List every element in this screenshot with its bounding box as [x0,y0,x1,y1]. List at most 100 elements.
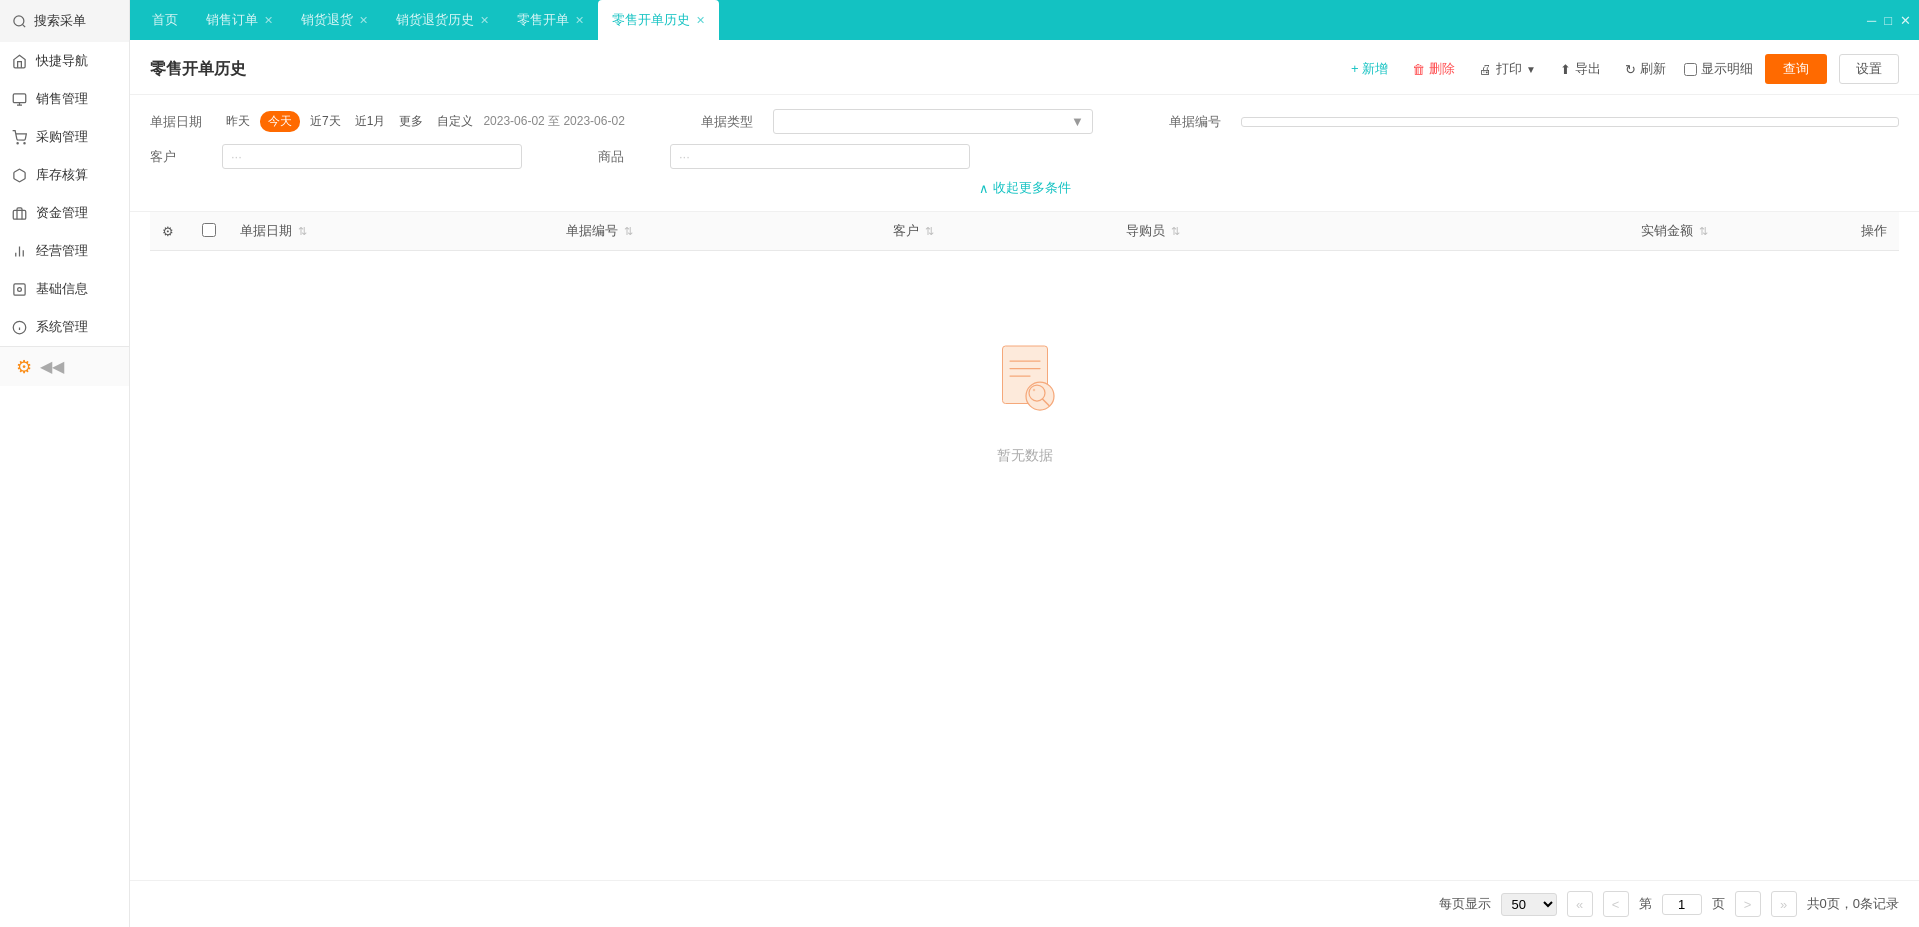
date-btn-custom[interactable]: 自定义 [433,111,477,132]
collapse-button[interactable]: ∧ 收起更多条件 [979,179,1071,197]
print-button[interactable]: 🖨 打印 ▼ [1473,56,1542,82]
empty-state: 暂无数据 [150,251,1899,545]
inventory-icon [10,166,28,184]
sidebar-item-label: 基础信息 [36,280,88,298]
tab-sales-order[interactable]: 销售订单 ✕ [192,0,287,40]
settings-button[interactable]: 设置 [1839,54,1899,84]
sales-icon [10,90,28,108]
display-detail-input[interactable] [1684,63,1697,76]
tab-home[interactable]: 首页 [138,0,192,40]
settings-gear-icon[interactable]: ⚙ [16,356,32,378]
page-header: 零售开单历史 + 新增 🗑 删除 🖨 打印 ▼ ⬆ 导出 ↻ [130,40,1919,95]
table-container: ⚙ 单据日期 ⇅ 单据编号 [130,212,1919,880]
th-customer: 客户 ⇅ [881,212,1114,251]
sidebar-item-sys-mgmt[interactable]: 系统管理 [0,308,129,346]
sidebar-item-inventory[interactable]: 库存核算 [0,156,129,194]
pagination-bar: 每页显示 50 100 200 « < 第 页 > » 共0页，0条记录 [130,880,1919,927]
th-date-label: 单据日期 [240,222,292,240]
number-input[interactable] [1241,117,1899,127]
export-button[interactable]: ⬆ 导出 [1554,56,1607,82]
sort-number-icon[interactable]: ⇅ [624,225,633,238]
th-action: 操作 [1720,212,1899,251]
print-dropdown-icon: ▼ [1526,64,1536,75]
table-settings-icon[interactable]: ⚙ [162,224,174,239]
th-number: 单据编号 ⇅ [554,212,880,251]
sort-date-icon[interactable]: ⇅ [298,225,307,238]
filter-area: 单据日期 昨天 今天 近7天 近1月 更多 自定义 2023-06-02 至 2… [130,95,1919,212]
filter-row-2: 客户 ··· 商品 ··· [150,144,1899,169]
date-btn-more[interactable]: 更多 [395,111,427,132]
first-page-button[interactable]: « [1567,891,1593,917]
next-page-button[interactable]: > [1735,891,1761,917]
th-date: 单据日期 ⇅ [228,212,554,251]
sidebar-item-sales-mgmt[interactable]: 销售管理 [0,80,129,118]
close-tab-retail-open-history-icon[interactable]: ✕ [696,14,705,27]
basic-info-icon [10,280,28,298]
page-number-input[interactable] [1662,894,1702,915]
select-all-checkbox[interactable] [202,223,216,237]
window-minimize-icon[interactable]: ─ [1867,13,1876,28]
search-icon [10,12,28,30]
date-btn-7days[interactable]: 近7天 [306,111,345,132]
tab-retail-open-history-label: 零售开单历史 [612,11,690,29]
delete-icon: 🗑 [1412,62,1425,77]
tab-retail-open[interactable]: 零售开单 ✕ [503,0,598,40]
date-btn-today[interactable]: 今天 [260,111,300,132]
sidebar-item-ops[interactable]: 经营管理 [0,232,129,270]
close-tab-sales-return-history-icon[interactable]: ✕ [480,14,489,27]
sidebar-search[interactable]: 搜索采单 [0,0,129,42]
sidebar-item-label: 系统管理 [36,318,88,336]
last-page-icon: » [1780,897,1787,912]
sidebar-item-basic-info[interactable]: 基础信息 [0,270,129,308]
display-detail-checkbox[interactable]: 显示明细 [1684,60,1753,78]
filter-row-collapse: ∧ 收起更多条件 [150,179,1899,197]
sys-icon [10,318,28,336]
th-amount: 实销金额 ⇅ [1393,212,1719,251]
tab-sales-return-history-label: 销货退货历史 [396,11,474,29]
customer-input-dots: ··· [231,149,242,164]
close-tab-sales-order-icon[interactable]: ✕ [264,14,273,27]
sort-guide-icon[interactable]: ⇅ [1171,225,1180,238]
empty-illustration [975,331,1075,431]
add-button[interactable]: + 新增 [1345,56,1394,82]
th-customer-label: 客户 [893,222,919,240]
date-btn-1month[interactable]: 近1月 [351,111,390,132]
svg-point-0 [13,15,23,25]
date-btn-yesterday[interactable]: 昨天 [222,111,254,132]
last-page-button[interactable]: » [1771,891,1797,917]
sidebar-item-finance[interactable]: 资金管理 [0,194,129,232]
refresh-button[interactable]: ↻ 刷新 [1619,56,1672,82]
th-guide: 导购员 ⇅ [1114,212,1394,251]
sidebar-search-label: 搜索采单 [34,12,86,30]
table-settings-col[interactable]: ⚙ [150,212,190,251]
collapse-sidebar-icon[interactable]: ◀◀ [40,357,64,376]
collapse-arrow-icon: ∧ [979,181,989,196]
sort-customer-icon[interactable]: ⇅ [925,225,934,238]
window-close-icon[interactable]: ✕ [1900,13,1911,28]
goods-input[interactable]: ··· [670,144,970,169]
sidebar-item-quick-nav[interactable]: 快捷导航 [0,42,129,80]
tab-sales-return-history[interactable]: 销货退货历史 ✕ [382,0,503,40]
query-button[interactable]: 查询 [1765,54,1827,84]
window-maximize-icon[interactable]: □ [1884,13,1892,28]
sidebar-item-label: 库存核算 [36,166,88,184]
sidebar-item-label: 销售管理 [36,90,88,108]
collapse-label: 收起更多条件 [993,179,1071,197]
close-tab-sales-return-icon[interactable]: ✕ [359,14,368,27]
delete-button[interactable]: 🗑 删除 [1406,56,1461,82]
type-select[interactable]: ▼ [773,109,1093,134]
close-tab-retail-open-icon[interactable]: ✕ [575,14,584,27]
th-action-label: 操作 [1861,223,1887,238]
sidebar: 搜索采单 快捷导航 销售管理 采购管理 [0,0,130,927]
sort-amount-icon[interactable]: ⇅ [1699,225,1708,238]
sidebar-item-purchase-mgmt[interactable]: 采购管理 [0,118,129,156]
type-label: 单据类型 [701,113,757,131]
tab-retail-open-history[interactable]: 零售开单历史 ✕ [598,0,719,40]
page-size-select[interactable]: 50 100 200 [1501,893,1557,916]
refresh-icon: ↻ [1625,62,1636,77]
sidebar-item-label: 经营管理 [36,242,88,260]
number-label: 单据编号 [1169,113,1225,131]
tab-sales-return[interactable]: 销货退货 ✕ [287,0,382,40]
prev-page-button[interactable]: < [1603,891,1629,917]
customer-input[interactable]: ··· [222,144,522,169]
